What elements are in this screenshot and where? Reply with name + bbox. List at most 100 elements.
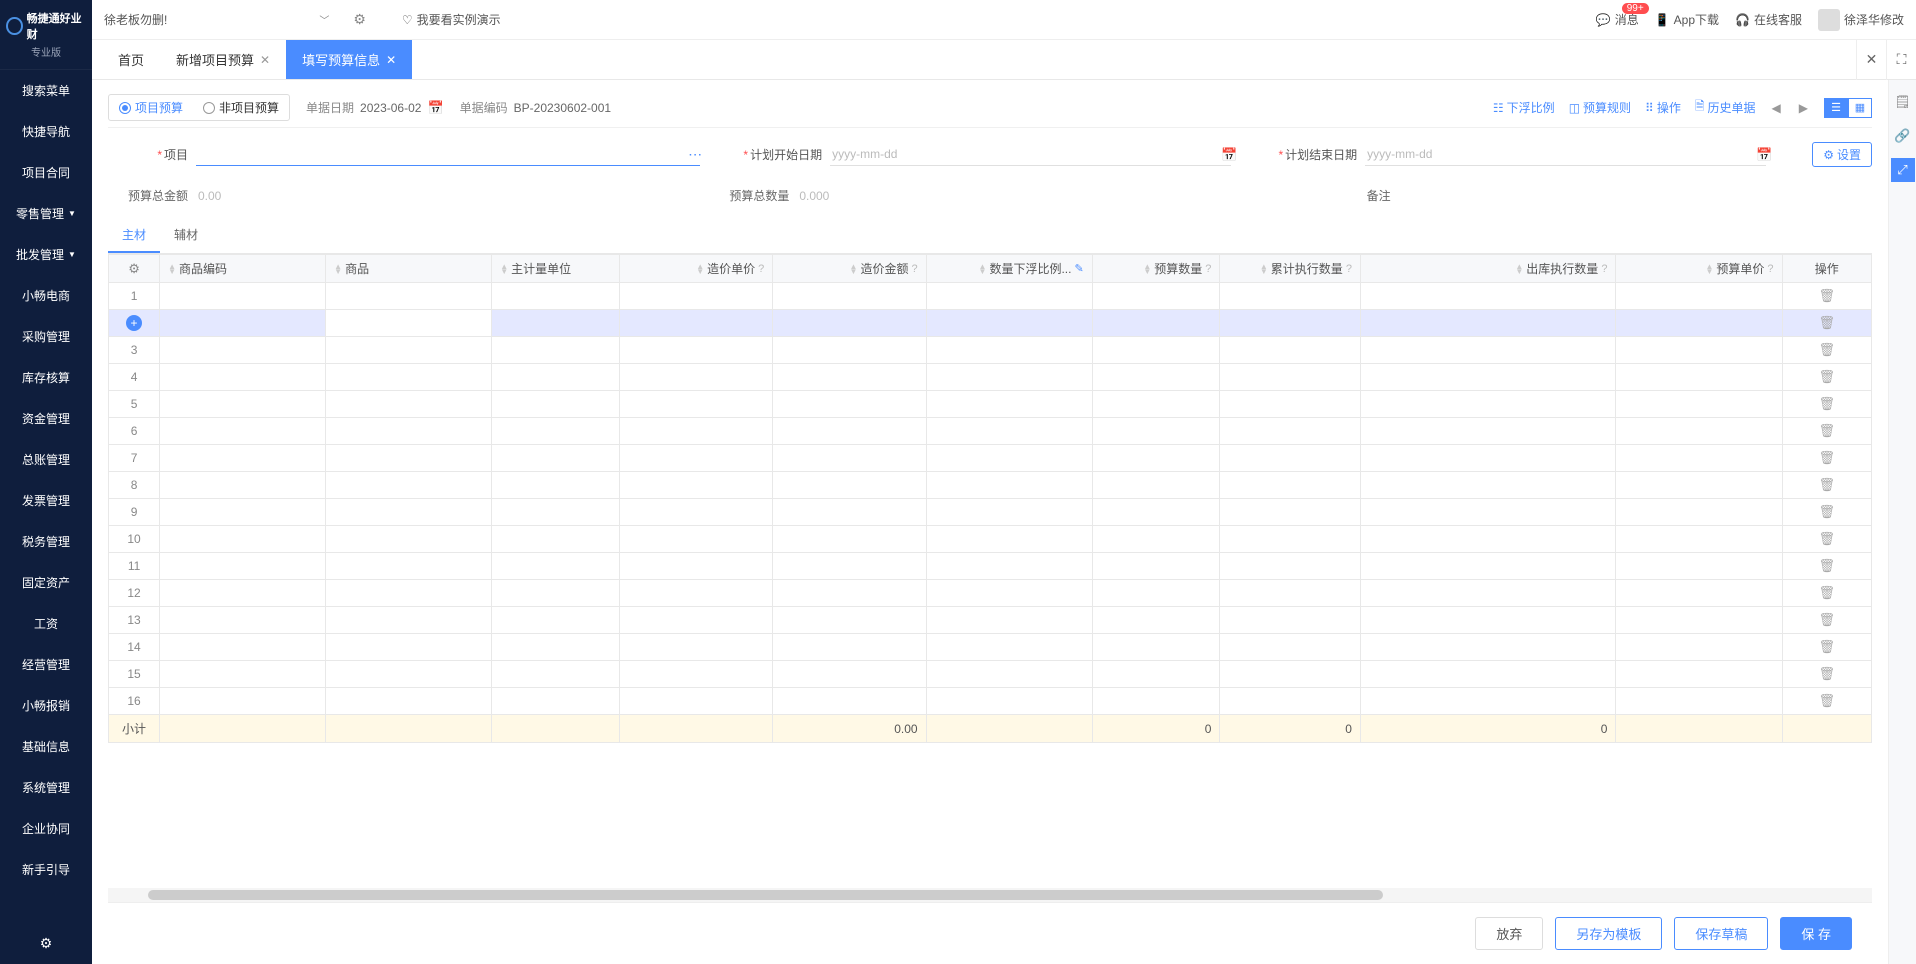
messages-link[interactable]: 💬 消息 99+ [1596,11,1639,28]
delete-row-icon[interactable]: 🗑 [1819,585,1836,600]
table-row[interactable]: 15🗑 [109,661,1872,688]
table-row[interactable]: 5🗑 [109,391,1872,418]
col-cost-price[interactable]: ▲▼造价单价? [620,255,773,283]
settings-button[interactable]: ⚙设置 [1812,142,1872,167]
ratio-link[interactable]: ☷下浮比例 [1493,99,1555,116]
tab-close-all-button[interactable]: ✕ [1856,40,1886,80]
sidebar-item-2[interactable]: 项目合同 [0,152,92,193]
next-doc-icon[interactable]: ▶ [1797,101,1810,115]
delete-row-icon[interactable]: 🗑 [1819,504,1836,519]
horizontal-scrollbar[interactable] [108,888,1872,902]
table-row[interactable]: +🗑 [109,310,1872,337]
project-input[interactable] [196,143,700,166]
sidebar-item-9[interactable]: 总账管理 [0,439,92,480]
sidebar-settings[interactable]: ⚙ [0,923,92,964]
col-out-qty[interactable]: ▲▼出库执行数量? [1360,255,1616,283]
view-list-button[interactable]: ☰ [1824,98,1848,118]
col-budget-price[interactable]: ▲▼预算单价? [1616,255,1782,283]
product-cell-editing[interactable] [326,310,492,337]
delete-row-icon[interactable]: 🗑 [1819,315,1836,330]
table-row[interactable]: 10🗑 [109,526,1872,553]
sidebar-item-0[interactable]: 搜索菜单 [0,70,92,111]
subtab-aux-material[interactable]: 辅材 [160,218,212,253]
rule-link[interactable]: ◫预算规则 [1569,99,1631,116]
tool-attach-icon[interactable]: 🔗 [1891,124,1915,148]
delete-row-icon[interactable]: 🗑 [1819,612,1836,627]
add-row-icon[interactable]: + [126,315,142,331]
end-date-input[interactable] [1365,143,1766,166]
sidebar-item-4[interactable]: 批发管理▼ [0,234,92,275]
col-product[interactable]: ▲▼商品 [326,255,492,283]
table-row[interactable]: 7🗑 [109,445,1872,472]
col-product-code[interactable]: ▲▼商品编码 [160,255,326,283]
delete-row-icon[interactable]: 🗑 [1819,288,1836,303]
col-exec-qty[interactable]: ▲▼累计执行数量? [1220,255,1361,283]
tab-2[interactable]: 填写预算信息✕ [286,40,412,79]
delete-row-icon[interactable]: 🗑 [1819,450,1836,465]
view-card-button[interactable]: ▦ [1848,98,1872,118]
sidebar-item-16[interactable]: 基础信息 [0,726,92,767]
sidebar-item-5[interactable]: 小畅电商 [0,275,92,316]
tab-1[interactable]: 新增项目预算✕ [160,40,286,79]
table-row[interactable]: 3🗑 [109,337,1872,364]
sidebar-item-1[interactable]: 快捷导航 [0,111,92,152]
table-row[interactable]: 12🗑 [109,580,1872,607]
sidebar-item-3[interactable]: 零售管理▼ [0,193,92,234]
delete-row-icon[interactable]: 🗑 [1819,639,1836,654]
user-menu[interactable]: 徐泽华修改 [1818,9,1904,31]
prev-doc-icon[interactable]: ◀ [1770,101,1783,115]
sidebar-item-17[interactable]: 系统管理 [0,767,92,808]
delete-row-icon[interactable]: 🗑 [1819,342,1836,357]
calendar-icon[interactable]: 📅 [1221,147,1237,163]
sidebar-item-7[interactable]: 库存核算 [0,357,92,398]
col-cost-amount[interactable]: ▲▼造价金额? [773,255,926,283]
col-budget-qty[interactable]: ▲▼预算数量? [1092,255,1220,283]
workspace-settings-icon[interactable]: ⚙ [353,11,366,28]
close-icon[interactable]: ✕ [260,53,270,67]
delete-row-icon[interactable]: 🗑 [1819,558,1836,573]
support-link[interactable]: 🎧 在线客服 [1735,11,1802,28]
workspace-dropdown-icon[interactable]: ﹀ [319,12,329,27]
sidebar-item-10[interactable]: 发票管理 [0,480,92,521]
calendar-icon[interactable]: 📅 [1756,147,1772,163]
sidebar-item-12[interactable]: 固定资产 [0,562,92,603]
sidebar-item-18[interactable]: 企业协同 [0,808,92,849]
sidebar-item-11[interactable]: 税务管理 [0,521,92,562]
tool-expand-icon[interactable]: ⤢ [1891,158,1915,182]
table-row[interactable]: 16🗑 [109,688,1872,715]
col-ratio[interactable]: ▲▼数量下浮比例...✎ [926,255,1092,283]
tool-note-icon[interactable]: 🗒 [1891,90,1915,114]
app-download-link[interactable]: 📱 App下载 [1655,11,1719,28]
radio-non-project-budget[interactable]: 非项目预算 [193,95,289,120]
save-template-button[interactable]: 另存为模板 [1555,917,1662,950]
start-date-input[interactable] [830,143,1231,166]
table-row[interactable]: 4🗑 [109,364,1872,391]
col-unit[interactable]: ▲▼主计量单位 [492,255,620,283]
sidebar-item-15[interactable]: 小畅报销 [0,685,92,726]
delete-row-icon[interactable]: 🗑 [1819,666,1836,681]
subtab-main-material[interactable]: 主材 [108,218,160,253]
budget-type-radio[interactable]: 项目预算 非项目预算 [108,94,290,121]
project-lookup-icon[interactable]: ⋯ [688,146,702,163]
calendar-icon[interactable]: 📅 [427,100,443,116]
delete-row-icon[interactable]: 🗑 [1819,693,1836,708]
demo-link[interactable]: ♡ 我要看实例演示 [402,11,501,28]
table-row[interactable]: 14🗑 [109,634,1872,661]
delete-row-icon[interactable]: 🗑 [1819,369,1836,384]
close-icon[interactable]: ✕ [386,53,396,67]
sidebar-item-8[interactable]: 资金管理 [0,398,92,439]
radio-project-budget[interactable]: 项目预算 [109,95,193,120]
discard-button[interactable]: 放弃 [1475,917,1543,950]
delete-row-icon[interactable]: 🗑 [1819,396,1836,411]
tab-fullscreen-button[interactable]: ⛶ [1886,40,1916,80]
table-row[interactable]: 6🗑 [109,418,1872,445]
sidebar-item-13[interactable]: 工资 [0,603,92,644]
delete-row-icon[interactable]: 🗑 [1819,423,1836,438]
doc-date-value[interactable]: 2023-06-02 [360,101,421,115]
table-row[interactable]: 1🗑 [109,283,1872,310]
table-row[interactable]: 13🗑 [109,607,1872,634]
table-row[interactable]: 9🗑 [109,499,1872,526]
save-draft-button[interactable]: 保存草稿 [1674,917,1768,950]
save-button[interactable]: 保 存 [1780,917,1852,950]
sidebar-item-6[interactable]: 采购管理 [0,316,92,357]
